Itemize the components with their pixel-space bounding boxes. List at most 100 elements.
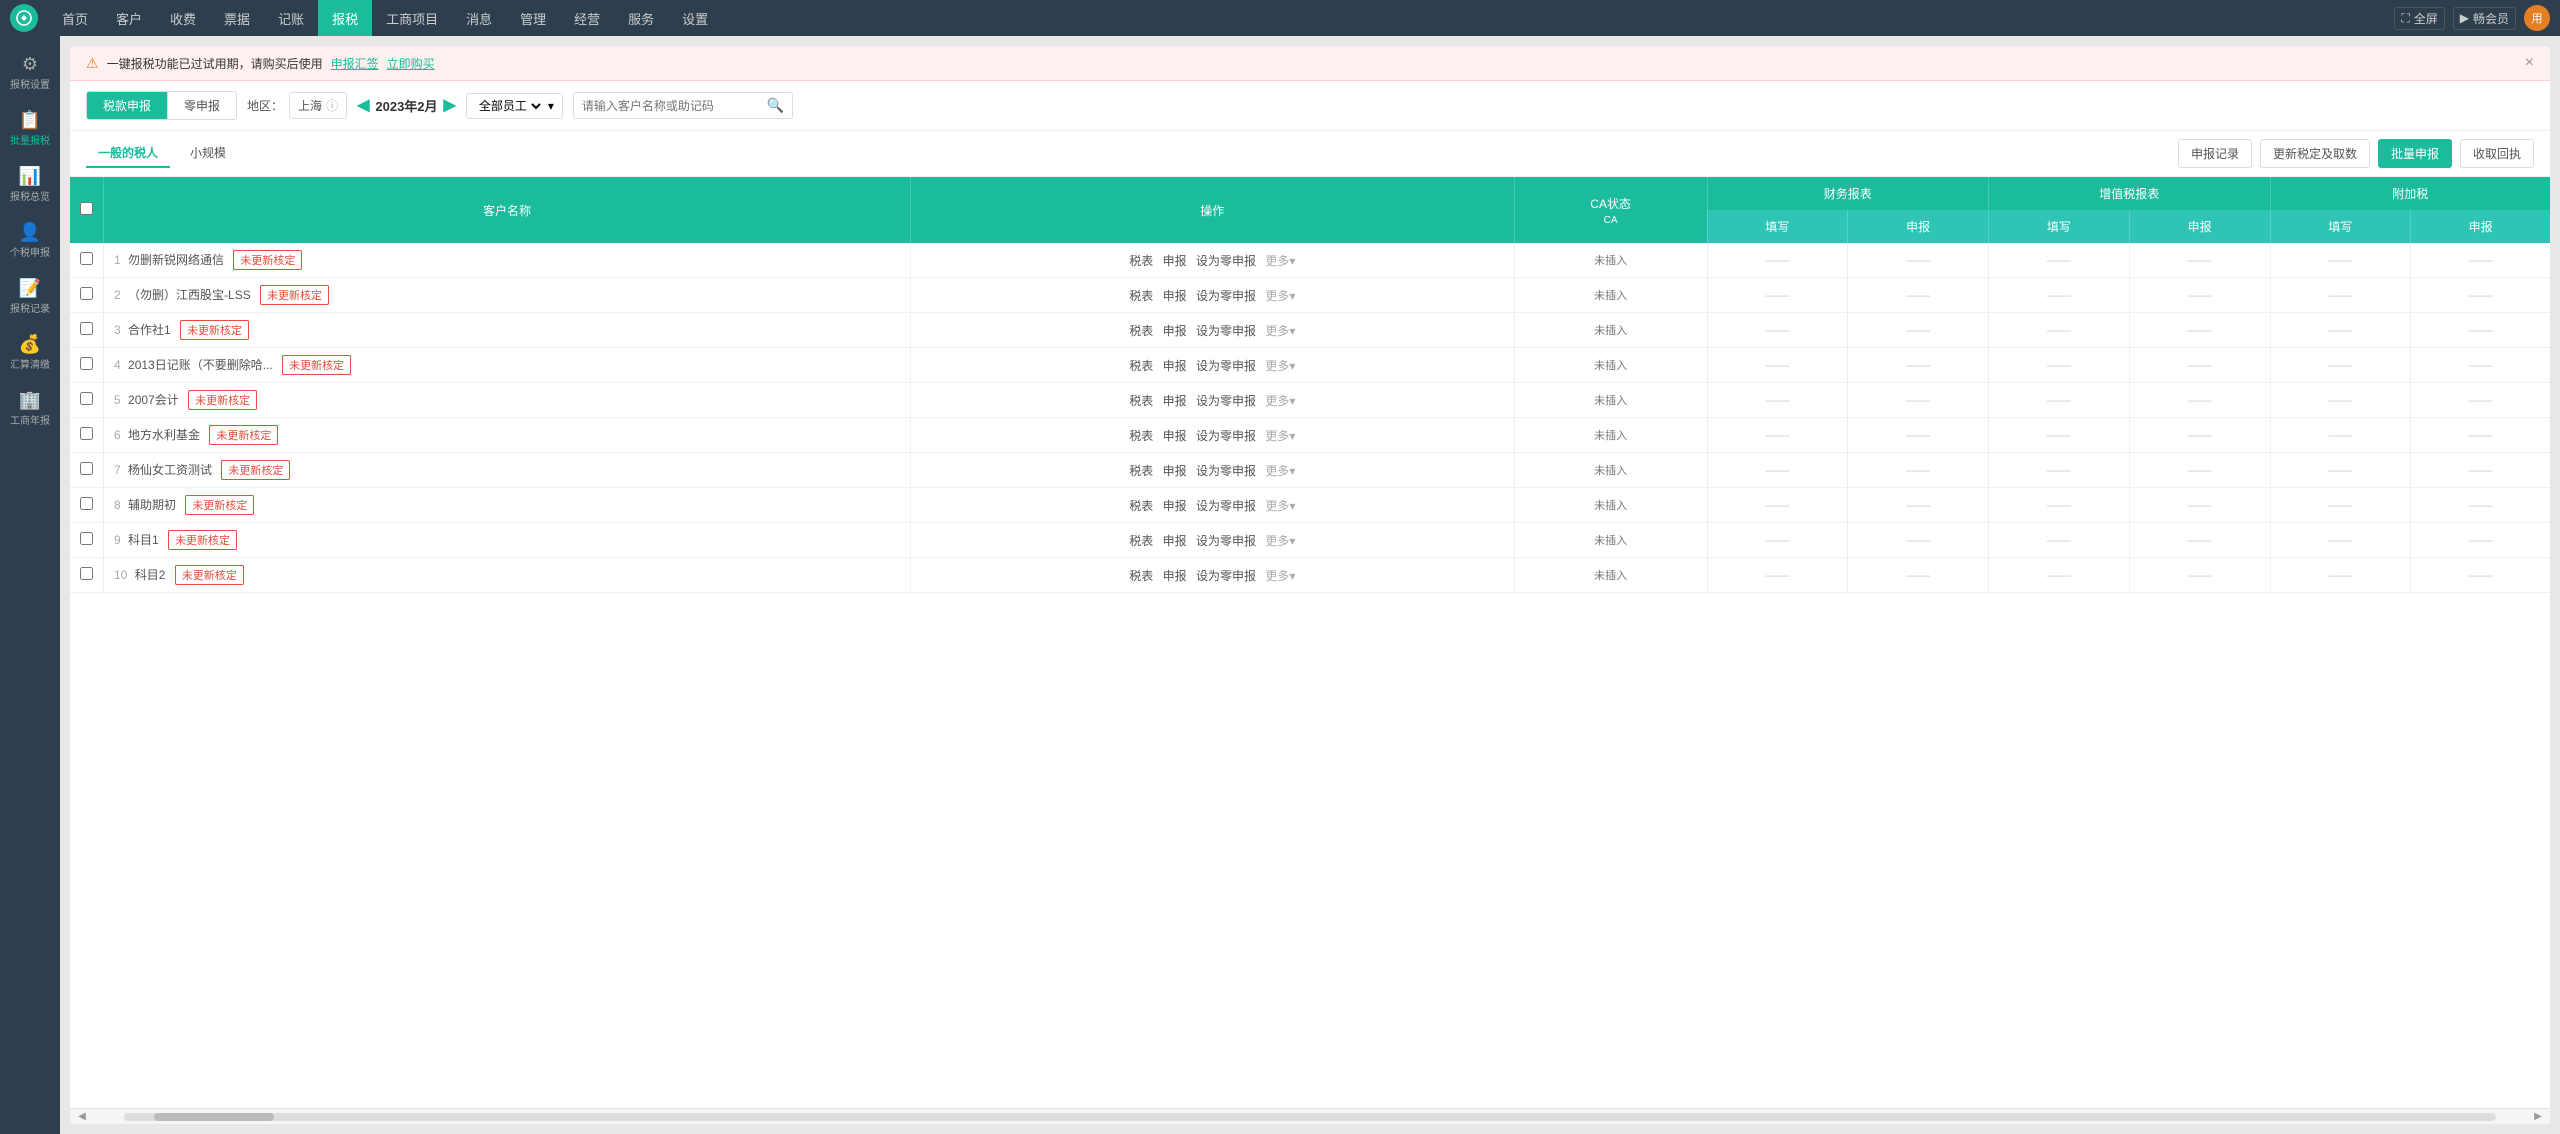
- op-tax-form[interactable]: 税表: [1126, 499, 1156, 513]
- sidebar-item-tax-settings[interactable]: ⚙ 报税设置: [0, 44, 60, 100]
- op-more[interactable]: 更多▾: [1262, 324, 1298, 338]
- nav-accounting[interactable]: 记账: [264, 0, 318, 36]
- op-tax-form[interactable]: 税表: [1126, 289, 1156, 303]
- row-ca-status: 未插入: [1514, 558, 1707, 593]
- op-declare[interactable]: 申报: [1160, 254, 1190, 268]
- op-declare[interactable]: 申报: [1160, 324, 1190, 338]
- sidebar-item-personal-tax[interactable]: 👤 个税申报: [0, 212, 60, 268]
- nav-settings[interactable]: 设置: [668, 0, 722, 36]
- batch-declare-button[interactable]: 批量申报: [2378, 139, 2452, 168]
- op-declare[interactable]: 申报: [1160, 394, 1190, 408]
- op-declare[interactable]: 申报: [1160, 464, 1190, 478]
- op-zero-declare[interactable]: 设为零申报: [1193, 324, 1259, 338]
- op-more[interactable]: 更多▾: [1262, 429, 1298, 443]
- nav-business[interactable]: 工商项目: [372, 0, 452, 36]
- select-all-checkbox[interactable]: [80, 202, 93, 215]
- op-more[interactable]: 更多▾: [1262, 464, 1298, 478]
- op-zero-declare[interactable]: 设为零申报: [1193, 289, 1259, 303]
- op-more[interactable]: 更多▾: [1262, 534, 1298, 548]
- nav-invoice[interactable]: 票据: [210, 0, 264, 36]
- sidebar-item-settlement[interactable]: 💰 汇算清缴: [0, 324, 60, 380]
- period-prev-button[interactable]: ◀: [357, 98, 369, 114]
- op-more[interactable]: 更多▾: [1262, 254, 1298, 268]
- op-zero-declare[interactable]: 设为零申报: [1193, 534, 1259, 548]
- tab-small-scale[interactable]: 小规模: [178, 139, 238, 168]
- user-avatar[interactable]: 用: [2524, 5, 2550, 31]
- op-declare[interactable]: 申报: [1160, 359, 1190, 373]
- employee-select[interactable]: 全部员工 ▾: [466, 93, 563, 119]
- region-value[interactable]: 上海 ⓘ: [289, 92, 347, 119]
- row-checkbox[interactable]: [80, 287, 93, 300]
- sidebar-item-tax-record[interactable]: 📝 报税记录: [0, 268, 60, 324]
- row-col-1: ——: [1848, 243, 1989, 278]
- notice-link-buy[interactable]: 立即购买: [387, 55, 435, 72]
- region-info-icon[interactable]: ⓘ: [326, 97, 338, 114]
- tab-general-taxpayer[interactable]: 一般的税人: [86, 139, 170, 168]
- row-checkbox[interactable]: [80, 462, 93, 475]
- scroll-right-arrow[interactable]: ▶: [2526, 1111, 2550, 1122]
- period-next-button[interactable]: ▶: [444, 98, 456, 114]
- op-declare[interactable]: 申报: [1160, 534, 1190, 548]
- scrollbar-thumb[interactable]: [154, 1113, 274, 1121]
- scroll-left-arrow[interactable]: ◀: [70, 1111, 94, 1122]
- nav-service[interactable]: 服务: [614, 0, 668, 36]
- row-checkbox[interactable]: [80, 357, 93, 370]
- op-tax-form[interactable]: 税表: [1126, 324, 1156, 338]
- row-checkbox[interactable]: [80, 532, 93, 545]
- row-checkbox[interactable]: [80, 322, 93, 335]
- collect-receipt-button[interactable]: 收取回执: [2460, 139, 2534, 168]
- op-more[interactable]: 更多▾: [1262, 289, 1298, 303]
- nav-tax[interactable]: 报税: [318, 0, 372, 36]
- row-ca-status: 未插入: [1514, 488, 1707, 523]
- op-more[interactable]: 更多▾: [1262, 359, 1298, 373]
- op-tax-form[interactable]: 税表: [1126, 464, 1156, 478]
- op-tax-form[interactable]: 税表: [1126, 254, 1156, 268]
- op-declare[interactable]: 申报: [1160, 429, 1190, 443]
- op-zero-declare[interactable]: 设为零申报: [1193, 569, 1259, 583]
- sidebar-item-tax-overview[interactable]: 📊 报税总览: [0, 156, 60, 212]
- row-checkbox[interactable]: [80, 497, 93, 510]
- client-name-text: （勿删）江西股宝-LSS: [128, 288, 251, 302]
- op-zero-declare[interactable]: 设为零申报: [1193, 394, 1259, 408]
- row-checkbox[interactable]: [80, 392, 93, 405]
- op-zero-declare[interactable]: 设为零申报: [1193, 254, 1259, 268]
- employee-dropdown[interactable]: 全部员工: [475, 98, 544, 114]
- nav-billing[interactable]: 收费: [156, 0, 210, 36]
- row-checkbox[interactable]: [80, 427, 93, 440]
- notice-link-declare[interactable]: 申报汇签: [331, 55, 379, 72]
- row-checkbox[interactable]: [80, 252, 93, 265]
- op-declare[interactable]: 申报: [1160, 289, 1190, 303]
- search-icon[interactable]: 🔍: [766, 97, 783, 114]
- nav-customer[interactable]: 客户: [102, 0, 156, 36]
- fullscreen-button[interactable]: ⛶ 全屏: [2394, 7, 2444, 30]
- nav-operation[interactable]: 经营: [560, 0, 614, 36]
- upgrade-button[interactable]: ▶ 畅会员: [2453, 7, 2516, 30]
- sidebar-item-batch-tax[interactable]: 📋 批量报税: [0, 100, 60, 156]
- notice-close-button[interactable]: ×: [2525, 54, 2534, 72]
- op-declare[interactable]: 申报: [1160, 499, 1190, 513]
- sidebar-item-annual-report[interactable]: 🏢 工商年报: [0, 380, 60, 436]
- nav-home[interactable]: 首页: [48, 0, 102, 36]
- op-zero-declare[interactable]: 设为零申报: [1193, 359, 1259, 373]
- op-declare[interactable]: 申报: [1160, 569, 1190, 583]
- declare-record-button[interactable]: 申报记录: [2178, 139, 2252, 168]
- tab-tax-declare[interactable]: 税款申报: [87, 92, 168, 119]
- op-tax-form[interactable]: 税表: [1126, 359, 1156, 373]
- op-zero-declare[interactable]: 设为零申报: [1193, 429, 1259, 443]
- op-more[interactable]: 更多▾: [1262, 499, 1298, 513]
- tab-zero-declare[interactable]: 零申报: [168, 92, 236, 119]
- bottom-scrollbar[interactable]: [124, 1113, 2496, 1121]
- update-button[interactable]: 更新税定及取数: [2260, 139, 2370, 168]
- nav-manage[interactable]: 管理: [506, 0, 560, 36]
- op-zero-declare[interactable]: 设为零申报: [1193, 464, 1259, 478]
- op-zero-declare[interactable]: 设为零申报: [1193, 499, 1259, 513]
- op-more[interactable]: 更多▾: [1262, 569, 1298, 583]
- search-input[interactable]: [582, 99, 763, 113]
- op-tax-form[interactable]: 税表: [1126, 394, 1156, 408]
- op-more[interactable]: 更多▾: [1262, 394, 1298, 408]
- op-tax-form[interactable]: 税表: [1126, 534, 1156, 548]
- op-tax-form[interactable]: 税表: [1126, 429, 1156, 443]
- nav-message[interactable]: 消息: [452, 0, 506, 36]
- row-checkbox[interactable]: [80, 567, 93, 580]
- op-tax-form[interactable]: 税表: [1126, 569, 1156, 583]
